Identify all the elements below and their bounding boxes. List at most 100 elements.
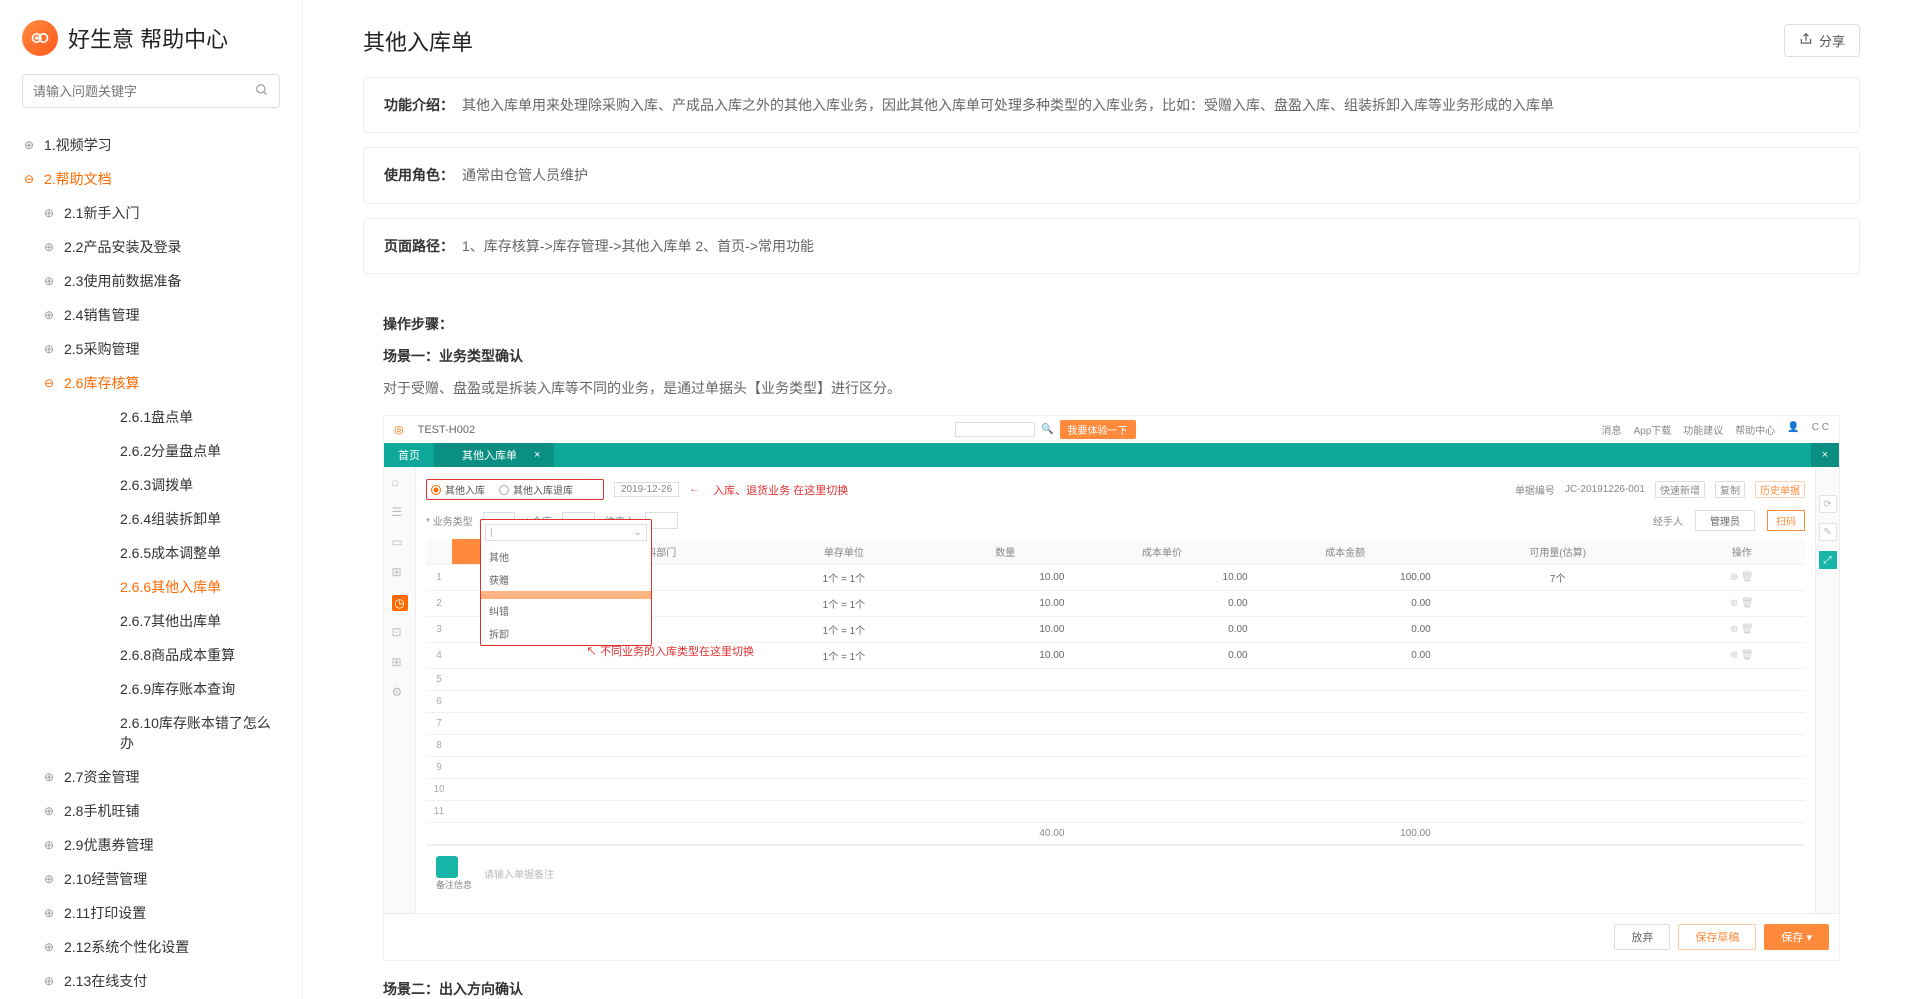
ss-cancel-button[interactable]: 放弃: [1614, 924, 1670, 950]
plus-icon: ⊕: [42, 770, 56, 784]
ss-logo-icon: ◎: [394, 424, 404, 436]
nav-item-2-2[interactable]: ⊕2.2产品安装及登录: [20, 230, 302, 264]
ss-chip[interactable]: 快速新增: [1655, 481, 1705, 498]
nav-item-video[interactable]: ⊕1.视频学习: [0, 128, 302, 162]
ss-tab-current[interactable]: 其他入库单 ×: [434, 443, 554, 467]
nav-item-2-3[interactable]: ⊕2.3使用前数据准备: [20, 264, 302, 298]
ss-dd-item[interactable]: 纠错: [481, 599, 651, 622]
ss-tab-close-icon[interactable]: ×: [1811, 443, 1839, 467]
ss-date[interactable]: 2019-12-26: [614, 482, 679, 497]
nav-item-2-8[interactable]: ⊕2.8手机旺铺: [20, 794, 302, 828]
plus-icon: ⊕: [42, 804, 56, 818]
nav-item-2-6-8[interactable]: 2.6.8商品成本重算: [60, 638, 302, 672]
plus-icon: ⊕: [22, 138, 36, 152]
ss-tabs: 首页 其他入库单 × ×: [384, 443, 1839, 467]
plus-icon: ⊕: [42, 940, 56, 954]
nav-item-2-11[interactable]: ⊕2.11打印设置: [20, 896, 302, 930]
sidebar: 好生意 帮助中心 ⊕1.视频学习 ⊖2.帮助文档 ⊕2.1新手入门 ⊕2.2产品…: [0, 0, 303, 999]
ss-annotation: 入库、退货业务 在这里切换: [713, 482, 848, 498]
ss-nav-icon-active[interactable]: ◷: [392, 595, 408, 611]
nav-item-2-10[interactable]: ⊕2.10经营管理: [20, 862, 302, 896]
info-intro: 功能介绍：其他入库单用来处理除采购入库、产成品入库之外的其他入库业务，因此其他入…: [363, 77, 1860, 133]
ss-rail-icon[interactable]: ✎: [1819, 523, 1837, 541]
nav-item-2-5[interactable]: ⊕2.5采购管理: [20, 332, 302, 366]
ss-rail-icon[interactable]: ⤢: [1819, 551, 1837, 569]
arrow-icon: ←: [689, 484, 699, 495]
arrow-icon: ↖: [586, 646, 597, 658]
share-icon: [1799, 32, 1813, 49]
ss-top-link[interactable]: 消息: [1602, 422, 1622, 437]
ss-dd-item[interactable]: 拆卸: [481, 622, 651, 645]
ss-radio-in[interactable]: 其他入库: [431, 482, 485, 497]
ss-save-draft-button[interactable]: 保存草稿: [1678, 924, 1756, 950]
ss-scan-button[interactable]: 扫码: [1767, 510, 1805, 531]
plus-icon: ⊕: [42, 838, 56, 852]
nav-item-2-4[interactable]: ⊕2.4销售管理: [20, 298, 302, 332]
nav-item-2-6-3[interactable]: 2.6.3调拨单: [60, 468, 302, 502]
search-input[interactable]: [33, 84, 255, 99]
ss-biztype-dropdown: |⌄ 其他 获赠 纠错 拆卸: [480, 519, 652, 646]
minus-icon: ⊖: [42, 376, 56, 390]
steps-title: 操作步骤：: [383, 314, 1840, 334]
nav-item-2-6-4[interactable]: 2.6.4组装拆卸单: [60, 502, 302, 536]
ss-radio-return[interactable]: 其他入库退库: [499, 482, 573, 497]
nav-item-2-12[interactable]: ⊕2.12系统个性化设置: [20, 930, 302, 964]
ss-cta-button[interactable]: 我要体验一下: [1060, 420, 1136, 439]
table-row: 7: [426, 713, 1805, 735]
ss-search-icon: 🔍: [1041, 424, 1053, 435]
nav-item-2-6-2[interactable]: 2.6.2分量盘点单: [60, 434, 302, 468]
ss-top-link[interactable]: 帮助中心: [1735, 422, 1775, 437]
plus-icon: ⊕: [42, 342, 56, 356]
ss-nav-icon[interactable]: ⊞: [392, 655, 408, 671]
ss-memo-input[interactable]: 请输入单据备注: [484, 866, 1795, 881]
ss-nav-icon[interactable]: ⊞: [392, 565, 408, 581]
search-icon[interactable]: [255, 83, 269, 100]
nav-item-2-7[interactable]: ⊕2.7资金管理: [20, 760, 302, 794]
ss-nav-icon[interactable]: ⌂: [392, 475, 408, 491]
nav-item-2-6-5[interactable]: 2.6.5成本调整单: [60, 536, 302, 570]
ss-left-rail: ⌂ ☰ ▭ ⊞ ◷ ⊡ ⊞ ⚙: [384, 467, 416, 913]
search-box: [22, 74, 280, 108]
ss-dd-item[interactable]: 获赠: [481, 568, 651, 591]
scene1-text: 对于受赠、盘盈或是拆装入库等不同的业务，是通过单据头【业务类型】进行区分。: [383, 376, 1840, 401]
share-button[interactable]: 分享: [1784, 24, 1860, 57]
ss-dd-item[interactable]: 其他: [481, 545, 651, 568]
ss-nav-icon[interactable]: ☰: [392, 505, 408, 521]
ss-user: C C: [1812, 422, 1829, 437]
ss-nav-icon[interactable]: ⚙: [392, 685, 408, 701]
nav-item-2-6-7[interactable]: 2.6.7其他出库单: [60, 604, 302, 638]
table-row: 8: [426, 735, 1805, 757]
nav-item-docs[interactable]: ⊖2.帮助文档: [0, 162, 302, 196]
brand-title: 好生意 帮助中心: [68, 22, 228, 54]
ss-footer: 放弃 保存草稿 保存 ▾: [384, 913, 1839, 960]
nav-item-2-6-9[interactable]: 2.6.9库存账本查询: [60, 672, 302, 706]
ss-top-search[interactable]: [955, 422, 1035, 437]
nav-item-2-6-10[interactable]: 2.6.10库存账本错了怎么办: [60, 706, 302, 760]
info-role: 使用角色：通常由仓管人员维护: [363, 147, 1860, 203]
ss-dd-item[interactable]: [481, 591, 651, 599]
ss-nav-icon[interactable]: ▭: [392, 535, 408, 551]
plus-icon: ⊕: [42, 974, 56, 988]
ss-rail-icon[interactable]: ⟳: [1819, 495, 1837, 513]
nav-item-2-6-6[interactable]: 2.6.6其他入库单: [60, 570, 302, 604]
ss-nav-icon[interactable]: ⊡: [392, 625, 408, 641]
nav-item-2-13[interactable]: ⊕2.13在线支付: [20, 964, 302, 998]
table-row: 6: [426, 691, 1805, 713]
ss-tab-home[interactable]: 首页: [384, 443, 434, 467]
ss-chip[interactable]: 历史单据: [1755, 481, 1805, 498]
ss-top-link[interactable]: 功能建议: [1683, 422, 1723, 437]
table-row: 5: [426, 669, 1805, 691]
table-row-total: 40.00100.00: [426, 823, 1805, 845]
nav-item-2-6-1[interactable]: 2.6.1盘点单: [60, 400, 302, 434]
nav-item-2-1[interactable]: ⊕2.1新手入门: [20, 196, 302, 230]
ss-top-link[interactable]: App下载: [1634, 422, 1672, 437]
plus-icon: ⊕: [42, 872, 56, 886]
ss-type-radio-group: 其他入库 其他入库退库: [426, 479, 604, 500]
nav-item-2-9[interactable]: ⊕2.9优惠券管理: [20, 828, 302, 862]
page-title: 其他入库单: [363, 25, 473, 57]
chevron-down-icon: ⌄: [634, 527, 642, 538]
ss-chip[interactable]: 复制: [1715, 481, 1745, 498]
ss-memo-row: 备注信息 请输入单据备注: [426, 845, 1805, 901]
ss-save-button[interactable]: 保存 ▾: [1764, 924, 1829, 950]
nav-item-2-6[interactable]: ⊖2.6库存核算: [20, 366, 302, 400]
